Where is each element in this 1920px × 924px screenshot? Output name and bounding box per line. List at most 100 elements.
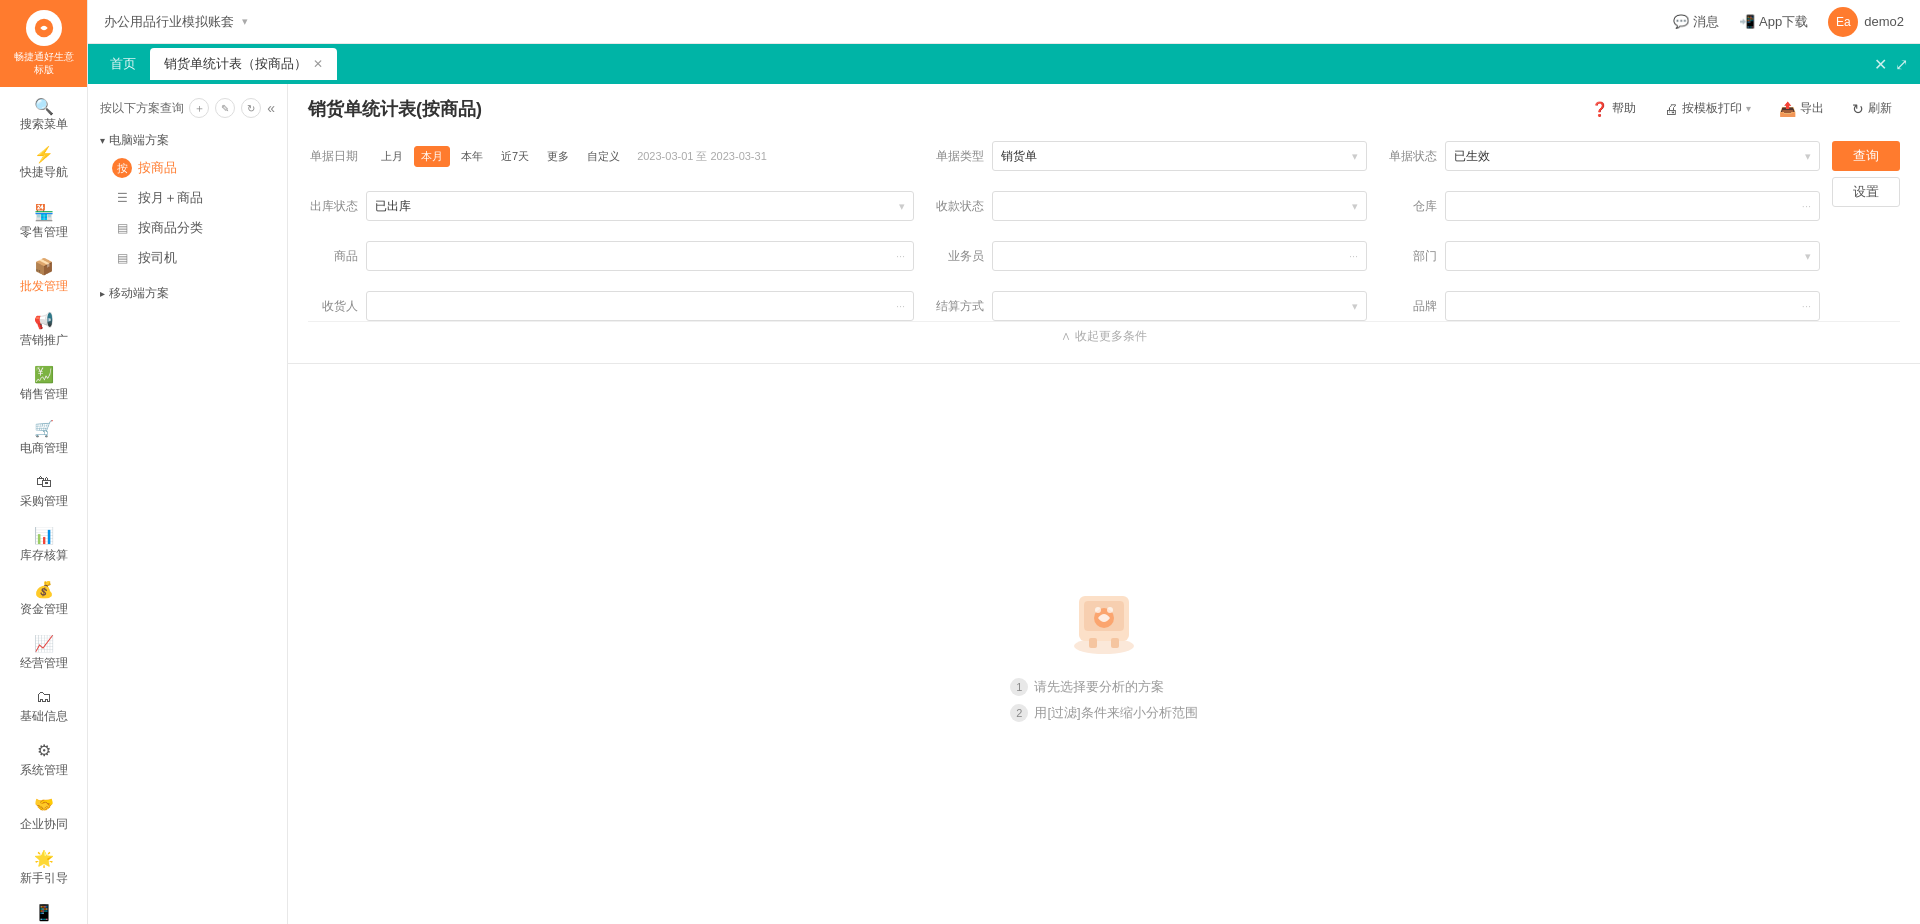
industry-label[interactable]: 办公用品行业模拟账套 — [104, 13, 234, 31]
refresh-btn[interactable]: ↻ 刷新 — [1844, 96, 1900, 121]
ecom-icon: 🛒 — [34, 419, 54, 438]
add-scheme-btn[interactable]: ＋ — [189, 98, 209, 118]
empty-state-icon — [1054, 566, 1154, 666]
collapse-sidebar-btn[interactable]: « — [267, 100, 275, 116]
industry-dropdown-icon[interactable]: ▾ — [242, 15, 248, 28]
template-print-btn[interactable]: 🖨 按模板打印 ▾ — [1656, 96, 1759, 121]
tip-1-text: 请先选择要分析的方案 — [1034, 678, 1164, 696]
tip-num-1: 1 — [1010, 678, 1028, 696]
sidebar-item-inventory[interactable]: 📊 库存核算 — [0, 518, 87, 572]
filter-field-date: 单据日期 上月 本月 本年 近7天 更多 自定义 — [308, 146, 914, 167]
date-btn-more[interactable]: 更多 — [540, 146, 576, 167]
scheme-item-by-product-label: 按商品 — [138, 159, 177, 177]
edit-scheme-btn[interactable]: ✎ — [215, 98, 235, 118]
refresh-scheme-btn[interactable]: ↻ — [241, 98, 261, 118]
messages-btn[interactable]: 💬 消息 — [1673, 13, 1719, 31]
filter-row-3: 商品 ··· 业务员 ··· — [308, 241, 1820, 271]
sidebar-item-label-retail: 零售管理 — [20, 224, 68, 241]
filter-field-doc-type: 单据类型 销货单 ▾ — [934, 141, 1367, 171]
sidebar-item-wholesale[interactable]: 📦 批发管理 — [0, 249, 87, 303]
doc-type-input[interactable]: 销货单 ▾ — [992, 141, 1367, 171]
filter-row-1: 单据日期 上月 本月 本年 近7天 更多 自定义 — [308, 141, 1820, 171]
date-btn-last-month[interactable]: 上月 — [374, 146, 410, 167]
scheme-item-by-cashier[interactable]: ▤ 按司机 — [88, 243, 287, 273]
date-btn-7days[interactable]: 近7天 — [494, 146, 536, 167]
sidebar-item-retail[interactable]: 🏪 零售管理 — [0, 195, 87, 249]
tab-sales-stat-label: 销货单统计表（按商品） — [164, 55, 307, 73]
empty-state: 1 请先选择要分析的方案 2 用[过滤]条件来缩小分析范围 — [288, 364, 1920, 924]
payment-label: 结算方式 — [934, 298, 984, 315]
app-logo: 畅捷通好生意 标版 — [0, 0, 88, 87]
recv-status-input[interactable]: ▾ — [992, 191, 1367, 221]
dept-input[interactable]: ▾ — [1445, 241, 1820, 271]
warehouse-input[interactable]: ··· — [1445, 191, 1820, 221]
avatar: Ea — [1828, 7, 1858, 37]
search-menu[interactable]: 🔍 搜索菜单 — [0, 87, 87, 139]
help-icon: ❓ — [1591, 101, 1608, 117]
sidebar: 畅捷通好生意 标版 🔍 搜索菜单 ⚡ 快捷导航 🏪 零售管理 📦 批发管理 📢 … — [0, 0, 88, 924]
filter-sidebar: 按以下方案查询 ＋ ✎ ↻ « ▾ 电脑端方案 按 按商品 ☰ — [88, 84, 288, 924]
sidebar-item-appstore[interactable]: 📱 应用中心 — [0, 895, 87, 924]
empty-tip-1: 1 请先选择要分析的方案 — [1010, 678, 1197, 696]
filter-sidebar-header: 按以下方案查询 ＋ ✎ ↻ « — [88, 92, 287, 124]
scheme-item-by-month-label: 按月＋商品 — [138, 189, 203, 207]
recipient-input[interactable]: ··· — [366, 291, 914, 321]
scheme-item-by-category-label: 按商品分类 — [138, 219, 203, 237]
tab-sales-stat[interactable]: 销货单统计表（按商品） ✕ — [150, 48, 337, 80]
query-button[interactable]: 查询 — [1832, 141, 1900, 171]
recv-status-dropdown-icon: ▾ — [1352, 200, 1358, 213]
quick-nav[interactable]: ⚡ 快捷导航 — [0, 139, 87, 187]
help-btn[interactable]: ❓ 帮助 — [1583, 96, 1644, 121]
expand-tab-btn[interactable]: ⤢ — [1895, 55, 1908, 74]
filter-sidebar-icons: ＋ ✎ ↻ « — [189, 98, 275, 118]
filter-row-2: 出库状态 已出库 ▾ 收款状态 — [308, 191, 1820, 221]
user-profile[interactable]: Ea demo2 — [1828, 7, 1904, 37]
topbar: 办公用品行业模拟账套 ▾ 💬 消息 📲 App下载 Ea demo2 — [88, 0, 1920, 44]
scheme-item-by-product[interactable]: 按 按商品 — [88, 153, 287, 183]
filter-row-4: 收货人 ··· 结算方式 ▾ — [308, 291, 1820, 321]
tab-home[interactable]: 首页 — [96, 48, 150, 80]
doc-status-input[interactable]: 已生效 ▾ — [1445, 141, 1820, 171]
print-dropdown-icon[interactable]: ▾ — [1746, 103, 1751, 114]
brand-input[interactable]: ··· — [1445, 291, 1820, 321]
sidebar-item-system[interactable]: ⚙ 系统管理 — [0, 733, 87, 787]
warehouse-dots-icon: ··· — [1802, 200, 1811, 212]
sidebar-item-ecom[interactable]: 🛒 电商管理 — [0, 411, 87, 465]
main-area: 办公用品行业模拟账套 ▾ 💬 消息 📲 App下载 Ea demo2 首页 — [88, 0, 1920, 924]
sidebar-item-marketing[interactable]: 📢 营销推广 — [0, 303, 87, 357]
payment-input[interactable]: ▾ — [992, 291, 1367, 321]
recv-status-label: 收款状态 — [934, 198, 984, 215]
inventory-icon: 📊 — [34, 526, 54, 545]
content-right: 销货单统计表(按商品) ❓ 帮助 🖨 按模板打印 ▾ 📤 导出 — [288, 84, 1920, 924]
set-button[interactable]: 设置 — [1832, 177, 1900, 207]
out-status-label: 出库状态 — [308, 198, 358, 215]
export-btn[interactable]: 📤 导出 — [1771, 96, 1832, 121]
filter-sidebar-title: 按以下方案查询 — [100, 100, 184, 117]
sidebar-item-purchase[interactable]: 🛍 采购管理 — [0, 465, 87, 518]
scheme-item-by-category[interactable]: ▤ 按商品分类 — [88, 213, 287, 243]
date-btn-this-year[interactable]: 本年 — [454, 146, 490, 167]
scheme-item-by-month-product[interactable]: ☰ 按月＋商品 — [88, 183, 287, 213]
close-tab-btn[interactable]: ✕ — [1874, 55, 1887, 74]
product-input[interactable]: ··· — [366, 241, 914, 271]
date-btn-this-month[interactable]: 本月 — [414, 146, 450, 167]
sidebar-item-corp[interactable]: 🤝 企业协同 — [0, 787, 87, 841]
collapse-up-icon: ∧ — [1061, 329, 1071, 343]
sidebar-item-finance[interactable]: 💰 资金管理 — [0, 572, 87, 626]
filter-field-out-status: 出库状态 已出库 ▾ — [308, 191, 914, 221]
tab-close-icon[interactable]: ✕ — [313, 57, 323, 71]
scheme-group-desktop-header[interactable]: ▾ 电脑端方案 — [88, 128, 287, 153]
salesperson-input[interactable]: ··· — [992, 241, 1367, 271]
sidebar-item-newbie[interactable]: 🌟 新手引导 — [0, 841, 87, 895]
chat-icon: 💬 — [1673, 14, 1689, 29]
out-status-value: 已出库 — [375, 198, 411, 215]
sidebar-item-ops[interactable]: 📈 经营管理 — [0, 626, 87, 680]
collapse-bar[interactable]: ∧ 收起更多条件 — [308, 321, 1900, 351]
product-label: 商品 — [308, 248, 358, 265]
date-btn-custom[interactable]: 自定义 — [580, 146, 627, 167]
app-download-btn[interactable]: 📲 App下载 — [1739, 13, 1808, 31]
out-status-input[interactable]: 已出库 ▾ — [366, 191, 914, 221]
scheme-group-mobile-header[interactable]: ▸ 移动端方案 — [88, 281, 287, 306]
sidebar-item-sales[interactable]: 💹 销售管理 — [0, 357, 87, 411]
sidebar-item-basic[interactable]: 🗂 基础信息 — [0, 680, 87, 733]
